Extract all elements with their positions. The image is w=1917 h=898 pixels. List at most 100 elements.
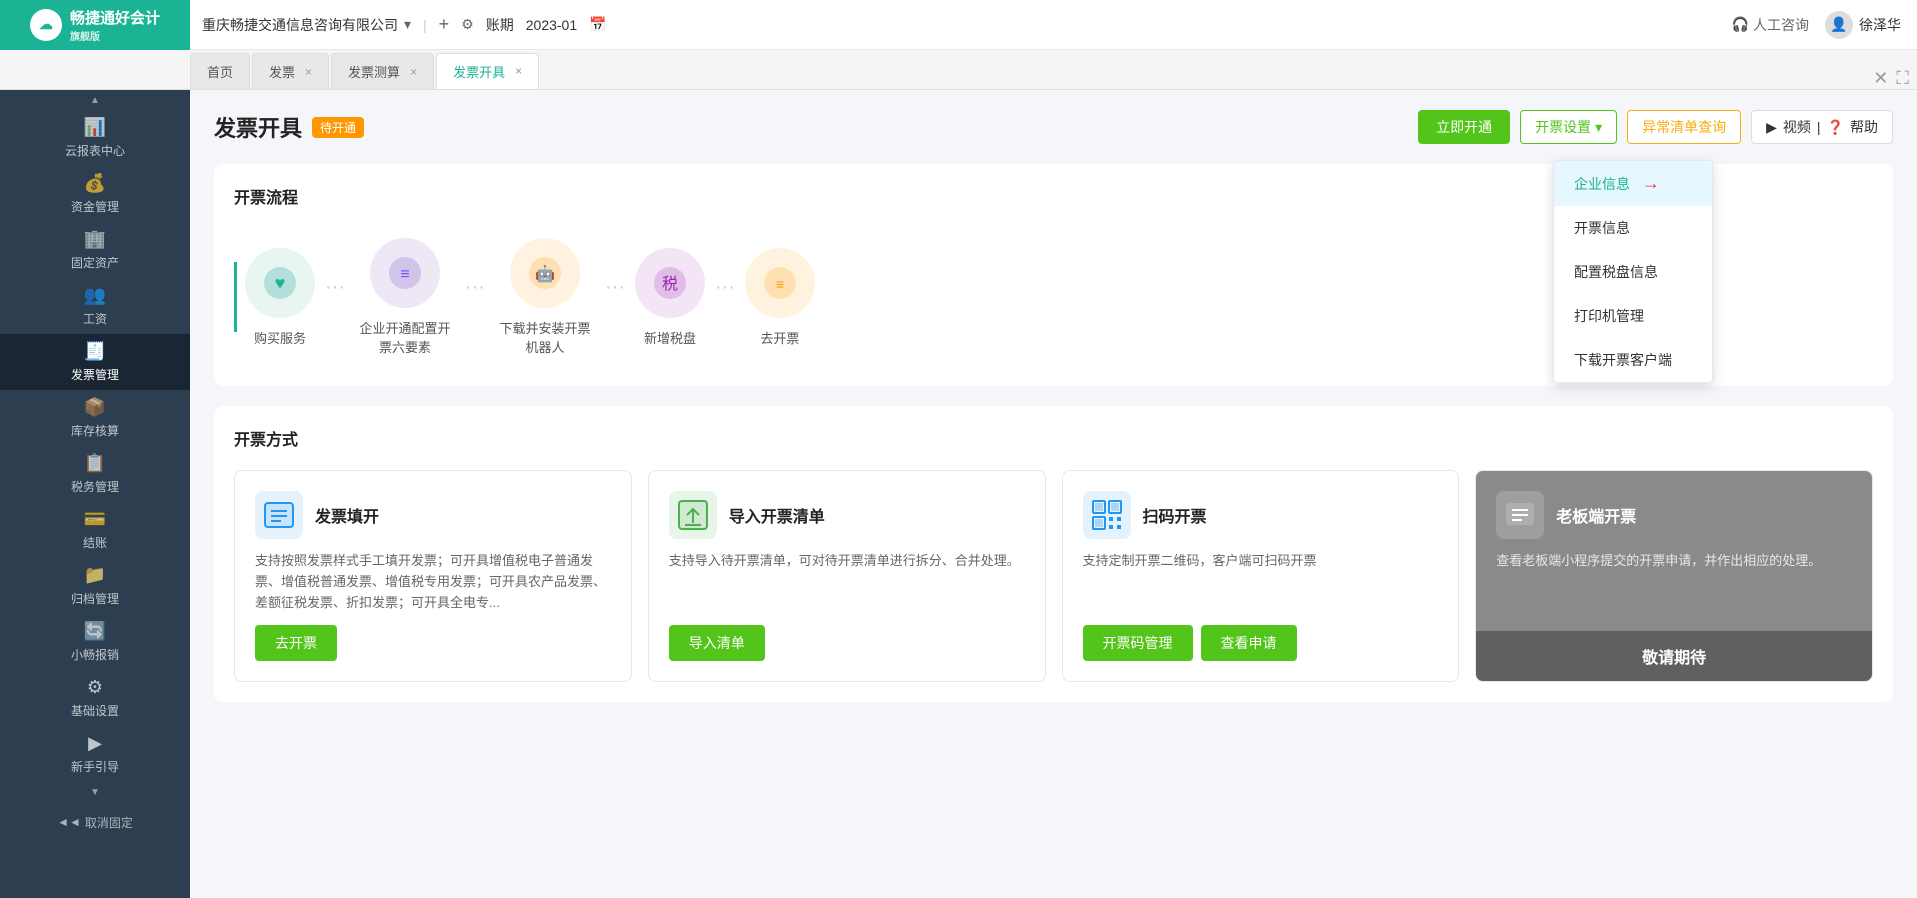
process-step-2-label: 企业开通配置开票六要素: [355, 318, 455, 356]
top-bar: ☁ 畅捷通好会计 旗舰版 重庆畅捷交通信息咨询有限公司 ▾ | + ⚙ 账期 2…: [0, 0, 1917, 50]
process-step-4-icon: 税: [635, 248, 705, 318]
xinshoudaoru-icon: ▶: [88, 733, 102, 754]
kucun-icon: 📦: [84, 397, 106, 418]
method-boss-icon: [1496, 491, 1544, 539]
method-scan-icon: [1083, 491, 1131, 539]
calendar-icon[interactable]: 📅: [589, 16, 606, 33]
dropdown-item-printer[interactable]: 打印机管理: [1554, 294, 1712, 338]
red-arrow-icon: →: [1642, 173, 1660, 193]
consultation-button[interactable]: 🎧 人工咨询: [1732, 15, 1809, 35]
tab-fapiao[interactable]: 发票 ×: [252, 53, 329, 89]
header-actions: 立即开通 开票设置 ▾ 企业信息 → 开票信息 配置税盘信息: [1418, 110, 1893, 144]
sidebar-cancel-pin[interactable]: ◄◄ 取消固定: [0, 802, 190, 842]
separator: |: [1817, 119, 1821, 135]
process-step-2-icon: ≡: [370, 238, 440, 308]
svg-text:≡: ≡: [400, 266, 409, 283]
method-import-desc: 支持导入待开票清单，可对待开票清单进行拆分、合并处理。: [669, 551, 1025, 613]
dropdown-item-tax-config[interactable]: 配置税盘信息: [1554, 250, 1712, 294]
page-title: 发票开具: [214, 111, 302, 143]
yunbao-icon: 📊: [84, 117, 106, 138]
dropdown-item-download[interactable]: 下载开票客户端: [1554, 338, 1712, 382]
svg-text:≡: ≡: [776, 276, 784, 292]
company-selector[interactable]: 重庆畅捷交通信息咨询有限公司 ▾: [202, 15, 411, 35]
period-value: 2023-01: [526, 17, 577, 33]
method-import-title: 导入开票清单: [729, 503, 825, 527]
add-company-button[interactable]: +: [439, 14, 450, 35]
settings-icon[interactable]: ⚙: [461, 16, 474, 33]
sidebar-item-kucun[interactable]: 📦 库存核算: [0, 390, 190, 446]
sidebar-item-yunbao-label: 云报表中心: [65, 142, 125, 159]
dropdown-item-download-label: 下载开票客户端: [1574, 352, 1672, 368]
tab-fapiaocesuan-close[interactable]: ×: [410, 65, 417, 79]
method-fillout-title: 发票填开: [315, 503, 379, 527]
sidebar-item-gudingzichan[interactable]: 🏢 固定资产: [0, 222, 190, 278]
abnormal-button[interactable]: 异常清单查询: [1627, 110, 1741, 144]
overlay: 敬请期待: [1476, 631, 1872, 681]
sidebar-item-xinshoudaoru-label: 新手引导: [71, 758, 119, 775]
sidebar-item-guidang[interactable]: 📁 归档管理: [0, 558, 190, 614]
tab-bar: 首页 发票 × 发票测算 × 发票开具 × ✕ ⛶: [0, 50, 1917, 90]
sidebar-item-xiaochangbaoxiao[interactable]: 🔄 小畅报销: [0, 614, 190, 670]
help-label: 帮助: [1850, 117, 1878, 137]
dropdown-item-invoice-info[interactable]: 开票信息: [1554, 206, 1712, 250]
tab-home-label: 首页: [207, 62, 233, 81]
tab-fapiaocesuan-label: 发票测算: [348, 62, 400, 81]
sidebar-item-jiezhang-label: 结账: [83, 534, 107, 551]
headset-icon: 🎧: [1732, 16, 1749, 33]
sidebar-item-gongzi-label: 工资: [83, 310, 107, 327]
process-step-3-icon: 🤖: [510, 238, 580, 308]
process-step-1-label: 购买服务: [254, 328, 306, 347]
tab-close-all-icon[interactable]: ✕: [1873, 68, 1888, 89]
content-area: 发票开具 待开通 立即开通 开票设置 ▾ 企业信息 → 开票信息: [190, 90, 1917, 898]
method-fillout-desc: 支持按照发票样式手工填开发票；可开具增值税电子普通发票、增值税普通发票、增值税专…: [255, 551, 611, 613]
sidebar-scroll-down[interactable]: ▼: [0, 782, 190, 802]
method-fillout-header: 发票填开: [255, 491, 611, 539]
top-bar-right: 🎧 人工咨询 👤 徐泽华: [1732, 11, 1901, 39]
method-scan-qr-button[interactable]: 开票码管理: [1083, 625, 1193, 661]
method-import-button[interactable]: 导入清单: [669, 625, 765, 661]
sidebar-item-yunbao[interactable]: 📊 云报表中心: [0, 110, 190, 166]
sidebar-scroll-up[interactable]: ▲: [0, 90, 190, 110]
sidebar-item-zijin[interactable]: 💰 资金管理: [0, 166, 190, 222]
fapiao-icon: 🧾: [84, 341, 106, 362]
tab-fapiaokaiju-label: 发票开具: [453, 62, 505, 81]
sidebar-item-jiezhang[interactable]: 💳 结账: [0, 502, 190, 558]
sidebar-item-zijin-label: 资金管理: [71, 198, 119, 215]
avatar: 👤: [1825, 11, 1853, 39]
tab-fapiaokaiju-close[interactable]: ×: [515, 64, 522, 78]
settings-button[interactable]: 开票设置 ▾: [1520, 110, 1617, 144]
sidebar-item-jichushezhi[interactable]: ⚙ 基础设置: [0, 670, 190, 726]
method-card-boss: 老板端开票 查看老板端小程序提交的开票申请，并作出相应的处理。 敬请期待: [1475, 470, 1873, 682]
tab-fapiaocesuan[interactable]: 发票测算 ×: [331, 53, 434, 89]
user-area[interactable]: 👤 徐泽华: [1825, 11, 1901, 39]
method-fillout-button[interactable]: 去开票: [255, 625, 337, 661]
sidebar-item-fapiao-label: 发票管理: [71, 366, 119, 383]
tab-home[interactable]: 首页: [190, 53, 250, 89]
sidebar-item-gongzi[interactable]: 👥 工资: [0, 278, 190, 334]
sidebar-item-fapiao[interactable]: 🧾 发票管理: [0, 334, 190, 390]
arrow-icon-4: ···: [715, 276, 735, 319]
tab-maximize-icon[interactable]: ⛶: [1896, 68, 1909, 89]
arrow-icon-3: ···: [605, 276, 625, 319]
logo-area: ☁ 畅捷通好会计 旗舰版: [0, 0, 190, 50]
dropdown-item-enterprise-label: 企业信息: [1574, 176, 1630, 192]
activate-button[interactable]: 立即开通: [1418, 110, 1510, 144]
video-help-button[interactable]: ▶ 视频 | ❓ 帮助: [1751, 110, 1893, 144]
overlay-text: 敬请期待: [1642, 644, 1706, 668]
method-scan-desc: 支持定制开票二维码，客户端可扫码开票: [1083, 551, 1439, 613]
sidebar-item-shuiwu[interactable]: 📋 税务管理: [0, 446, 190, 502]
question-icon: ❓: [1827, 119, 1844, 136]
tab-fapiaokaiju[interactable]: 发票开具 ×: [436, 53, 539, 89]
page-title-row: 发票开具 待开通: [214, 111, 364, 143]
gudingzichan-icon: 🏢: [84, 229, 106, 250]
process-step-3-label: 下载并安装开票机器人: [495, 318, 595, 356]
sidebar-item-gudingzichan-label: 固定资产: [71, 254, 119, 271]
tab-fapiao-close[interactable]: ×: [305, 65, 312, 79]
method-card-import: 导入开票清单 支持导入待开票清单，可对待开票清单进行拆分、合并处理。 导入清单: [648, 470, 1046, 682]
sidebar-item-xinshoudaoru[interactable]: ▶ 新手引导: [0, 726, 190, 782]
method-scan-view-button[interactable]: 查看申请: [1201, 625, 1297, 661]
sidebar-item-xiaochangbaoxiao-label: 小畅报销: [71, 646, 119, 663]
dropdown-item-enterprise[interactable]: 企业信息 →: [1554, 161, 1712, 206]
play-icon: ▶: [1766, 119, 1777, 136]
process-step-5-label: 去开票: [760, 328, 799, 347]
